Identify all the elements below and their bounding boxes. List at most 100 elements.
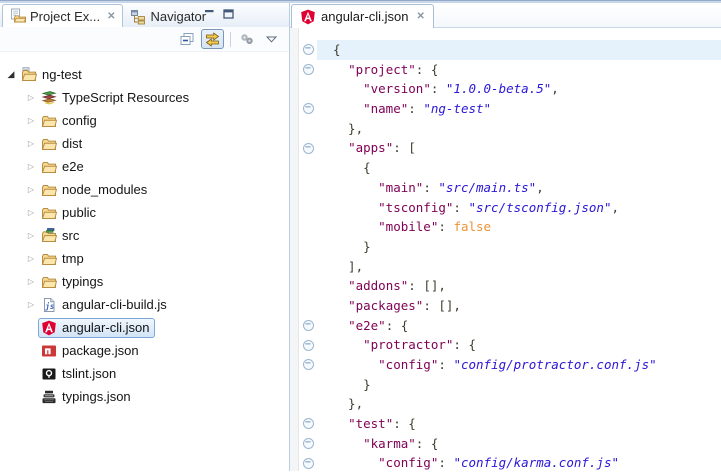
- code-line-17[interactable]: "config": "config/protractor.conf.js": [317, 355, 721, 375]
- code-line-10[interactable]: "mobile": false: [317, 217, 721, 237]
- token-b: false: [453, 219, 492, 235]
- tree-item-tmp[interactable]: ▷ tmp: [0, 247, 289, 270]
- tree-item-config[interactable]: ▷ config: [0, 109, 289, 132]
- tree-item-dist[interactable]: ▷ dist: [0, 132, 289, 155]
- twistie-collapsed-icon[interactable]: ▷: [24, 155, 38, 178]
- fold-collapse-icon[interactable]: −: [302, 438, 314, 450]
- link-with-editor-button[interactable]: [201, 29, 224, 49]
- maximize-button[interactable]: [223, 9, 234, 19]
- minimize-button[interactable]: [204, 9, 215, 19]
- code-line-21[interactable]: "karma": {: [317, 434, 721, 454]
- code-line-18[interactable]: }: [317, 375, 721, 395]
- view-tab-project-explorer[interactable]: Project Ex... ✕: [2, 4, 124, 27]
- tree-item-e2e[interactable]: ▷ e2e: [0, 155, 289, 178]
- tree-item-ng-test[interactable]: ◢ ng-test: [0, 63, 289, 86]
- code-line-6[interactable]: "apps": [: [317, 138, 721, 158]
- tree-item-label: config: [62, 113, 97, 128]
- fold-collapse-icon[interactable]: −: [302, 319, 314, 331]
- fold-collapse-icon[interactable]: −: [302, 339, 314, 351]
- tree-item-package-json[interactable]: package.json: [0, 339, 289, 362]
- close-icon[interactable]: ✕: [416, 11, 424, 22]
- token-p: [333, 337, 363, 352]
- code-line-2[interactable]: "project": {: [317, 60, 721, 80]
- tree-item-node-modules[interactable]: ▷ node_modules: [0, 178, 289, 201]
- fold-collapse-icon[interactable]: −: [302, 44, 314, 56]
- twistie-collapsed-icon[interactable]: ▷: [24, 86, 38, 109]
- view-tab-navigator[interactable]: Navigator: [123, 6, 213, 27]
- tree-item-label: TypeScript Resources: [62, 90, 190, 105]
- token-k: "protractor": [363, 337, 454, 353]
- close-icon[interactable]: ✕: [107, 11, 115, 22]
- code-line-19[interactable]: },: [317, 394, 721, 414]
- token-p: [333, 140, 348, 155]
- code-line-16[interactable]: "protractor": {: [317, 335, 721, 355]
- gutter-row-2: −: [299, 60, 317, 80]
- token-p: :: [423, 179, 439, 195]
- twistie-collapsed-icon[interactable]: ▷: [24, 178, 38, 201]
- tree-item-label: angular-cli-build.js: [62, 297, 167, 312]
- view-menu-button[interactable]: [237, 29, 257, 49]
- editor-tab-angular-cli-json[interactable]: angular-cli.json ✕: [291, 4, 434, 28]
- tree-item-typescript-resources[interactable]: ▷ TypeScript Resources: [0, 86, 289, 109]
- fold-collapse-icon[interactable]: −: [302, 457, 314, 469]
- tree-item-box: config: [38, 111, 103, 131]
- code-line-11[interactable]: }: [317, 237, 721, 257]
- fold-collapse-icon[interactable]: −: [302, 103, 314, 115]
- tree-item-label: package.json: [62, 343, 139, 358]
- js-file-icon: js: [41, 297, 57, 313]
- folder-icon: [41, 136, 57, 152]
- code-line-5[interactable]: },: [317, 119, 721, 139]
- tree-item-public[interactable]: ▷ public: [0, 201, 289, 224]
- token-p: [333, 455, 378, 470]
- tree-item-src[interactable]: ▷ src: [0, 224, 289, 247]
- workbench: Project Ex... ✕ Navigator ◢ ng-test ▷ TypeScr…: [0, 3, 721, 471]
- fold-collapse-icon[interactable]: −: [302, 359, 314, 371]
- code-line-15[interactable]: "e2e": {: [317, 316, 721, 336]
- code-line-1[interactable]: {: [317, 40, 721, 60]
- code-line-14[interactable]: "packages": [],: [317, 296, 721, 316]
- twistie-collapsed-icon[interactable]: ▷: [24, 293, 38, 316]
- twistie-expanded-icon[interactable]: ◢: [4, 63, 18, 86]
- code-line-7[interactable]: {: [317, 158, 721, 178]
- token-p: },: [333, 396, 364, 412]
- token-p: }: [333, 238, 371, 254]
- tree-item-typings-json[interactable]: typings.json: [0, 385, 289, 408]
- token-p: :: [438, 357, 454, 372]
- code-line-4[interactable]: "name": "ng-test": [317, 99, 721, 119]
- fold-collapse-icon[interactable]: −: [302, 142, 314, 154]
- code-line-13[interactable]: "addons": [],: [317, 276, 721, 296]
- token-p: [333, 180, 378, 195]
- token-p: : [],: [408, 278, 446, 294]
- collapse-all-button[interactable]: [177, 29, 197, 49]
- code-line-20[interactable]: "test": {: [317, 414, 721, 434]
- twistie-collapsed-icon[interactable]: ▷: [24, 132, 38, 155]
- fold-collapse-icon[interactable]: −: [302, 64, 314, 76]
- tree-item-angular-cli-build-js[interactable]: ▷ js angular-cli-build.js: [0, 293, 289, 316]
- tree-item-tslint-json[interactable]: tslint.json: [0, 362, 289, 385]
- src-folder-icon: [41, 227, 57, 244]
- token-p: },: [333, 120, 364, 136]
- folder-icon: [41, 113, 57, 129]
- twistie-collapsed-icon[interactable]: ▷: [24, 201, 38, 224]
- svg-text:js: js: [44, 302, 54, 311]
- token-s: "ng-test": [423, 101, 492, 117]
- tree-item-typings[interactable]: ▷ typings: [0, 270, 289, 293]
- code-line-3[interactable]: "version": "1.0.0-beta.5",: [317, 79, 721, 99]
- twistie-collapsed-icon[interactable]: ▷: [24, 109, 38, 132]
- code-line-8[interactable]: "main": "src/main.ts",: [317, 178, 721, 198]
- view-pulldown-button[interactable]: [261, 29, 281, 49]
- twistie-collapsed-icon[interactable]: ▷: [24, 224, 38, 247]
- code-area[interactable]: { "project": { "version": "1.0.0-beta.5"…: [317, 28, 721, 471]
- code-line-22[interactable]: "config": "config/karma.conf.js": [317, 453, 721, 471]
- token-p: : {: [415, 61, 439, 77]
- twistie-collapsed-icon[interactable]: ▷: [24, 270, 38, 293]
- token-s: "config/karma.conf.js": [453, 455, 620, 471]
- code-line-12[interactable]: ],: [317, 257, 721, 277]
- twistie-collapsed-icon[interactable]: ▷: [24, 247, 38, 270]
- project-tree: ◢ ng-test ▷ TypeScript Resources ▷ config ▷ dis…: [0, 52, 289, 471]
- token-p: : [: [393, 140, 416, 156]
- tree-item-angular-cli-json[interactable]: angular-cli.json: [0, 316, 289, 339]
- token-p: : {: [453, 337, 476, 353]
- fold-collapse-icon[interactable]: −: [302, 418, 314, 430]
- code-line-9[interactable]: "tsconfig": "src/tsconfig.json",: [317, 198, 721, 218]
